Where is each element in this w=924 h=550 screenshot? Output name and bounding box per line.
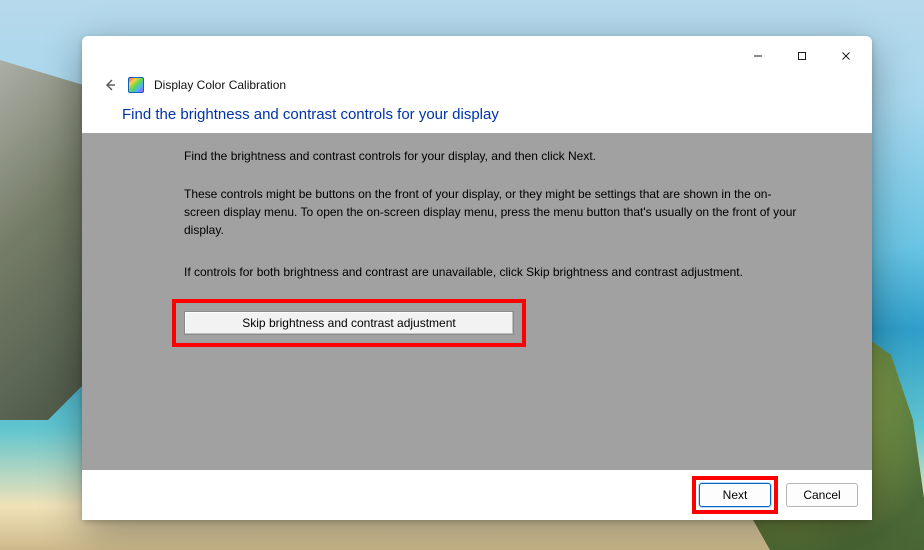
- window-titlebar: [82, 36, 872, 76]
- next-button-highlight: Next: [692, 476, 778, 514]
- cancel-button[interactable]: Cancel: [786, 483, 858, 507]
- content-area: Find the brightness and contrast control…: [82, 133, 872, 470]
- desktop-wallpaper: Display Color Calibration Find the brigh…: [0, 0, 924, 550]
- window-header: Display Color Calibration: [82, 76, 872, 102]
- skip-brightness-contrast-button[interactable]: Skip brightness and contrast adjustment: [184, 311, 514, 335]
- skip-button-highlight: Skip brightness and contrast adjustment: [172, 299, 526, 347]
- window-title: Display Color Calibration: [154, 78, 286, 92]
- minimize-button[interactable]: [736, 41, 780, 71]
- calibration-window: Display Color Calibration Find the brigh…: [82, 36, 872, 520]
- close-button[interactable]: [824, 41, 868, 71]
- page-heading: Find the brightness and contrast control…: [122, 106, 832, 123]
- next-button[interactable]: Next: [699, 483, 771, 507]
- back-arrow-icon[interactable]: [102, 77, 118, 93]
- calibration-app-icon: [128, 77, 144, 93]
- instruction-paragraph-3: If controls for both brightness and cont…: [184, 263, 802, 281]
- maximize-button[interactable]: [780, 41, 824, 71]
- wizard-footer: Next Cancel: [82, 470, 872, 520]
- heading-row: Find the brightness and contrast control…: [82, 102, 872, 133]
- instruction-paragraph-2: These controls might be buttons on the f…: [184, 185, 802, 239]
- instruction-paragraph-1: Find the brightness and contrast control…: [184, 147, 802, 165]
